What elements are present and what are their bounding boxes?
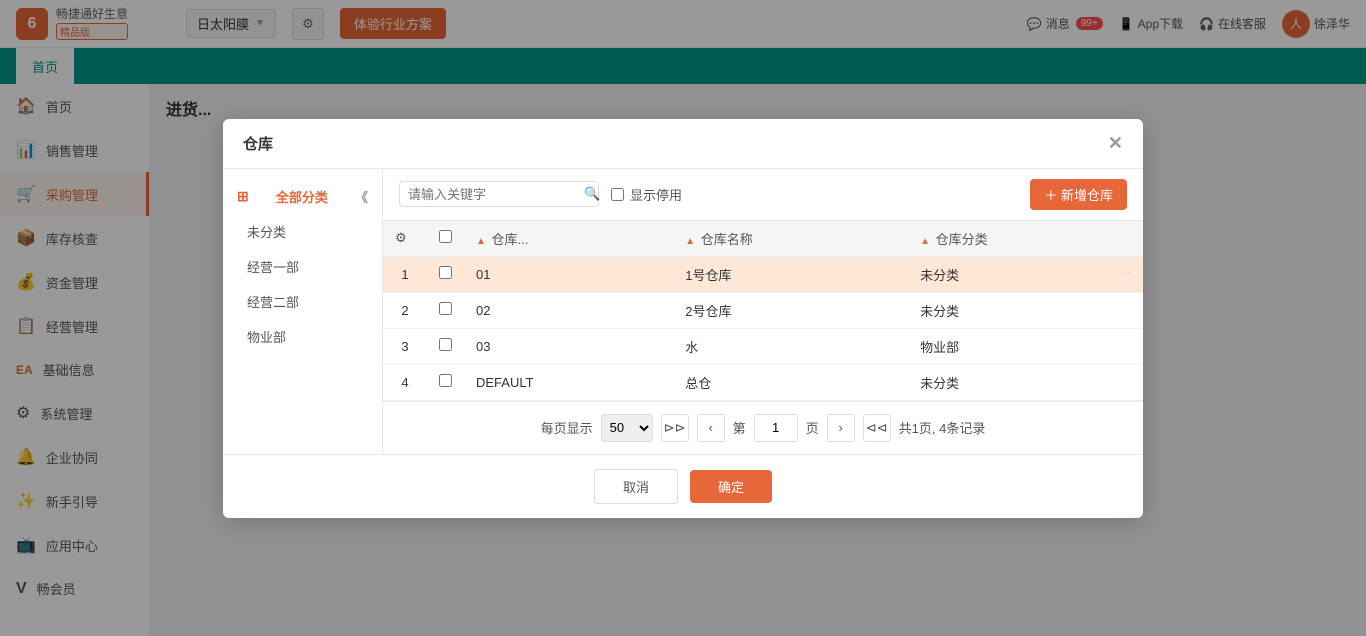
cell-check[interactable] [427, 328, 464, 364]
last-page-button[interactable]: ⊲⊲ [863, 414, 891, 442]
warehouse-table: ⚙ ▲ 仓库... ▲ 仓库名称 [383, 221, 1143, 401]
modal-footer: 取消 确定 [223, 454, 1143, 518]
th-name-label: 仓库名称 [701, 232, 753, 247]
category-item-ops2[interactable]: 经营二部 [223, 284, 382, 319]
row-checkbox[interactable] [439, 302, 452, 315]
collapse-icon[interactable]: 《 [355, 187, 368, 206]
per-page-label: 每页显示 [541, 418, 593, 437]
cell-category: 未分类··· [908, 256, 1143, 292]
cell-code: DEFAULT [464, 364, 673, 400]
confirm-button[interactable]: 确定 [690, 470, 772, 503]
category-header: ⊞ 全部分类 《 [223, 179, 382, 214]
search-icon[interactable]: 🔍 [584, 186, 600, 202]
page-input[interactable] [754, 414, 798, 442]
sort-name-icon: ▲ [685, 236, 695, 247]
modal-body: ⊞ 全部分类 《 未分类 经营一部 经营二部 物业部 🔍 [223, 169, 1143, 454]
cell-name: 水 [673, 328, 908, 364]
cell-name: 1号仓库 [673, 256, 908, 292]
cell-code: 01 [464, 256, 673, 292]
cell-name: 2号仓库 [673, 292, 908, 328]
th-settings: ⚙ [383, 221, 427, 257]
table-scroll: ⚙ ▲ 仓库... ▲ 仓库名称 [383, 221, 1143, 401]
cancel-button[interactable]: 取消 [594, 469, 678, 504]
show-disabled-checkbox[interactable] [611, 188, 624, 201]
th-category-label: 仓库分类 [936, 232, 988, 247]
category-item-ops1[interactable]: 经营一部 [223, 249, 382, 284]
sort-code-icon: ▲ [476, 236, 486, 247]
cell-category: 物业部 [908, 328, 1143, 364]
cell-code: 02 [464, 292, 673, 328]
table-row[interactable]: 2 02 2号仓库 未分类 [383, 292, 1143, 328]
cell-check[interactable] [427, 256, 464, 292]
cell-check[interactable] [427, 292, 464, 328]
show-disabled-label: 显示停用 [611, 185, 682, 204]
first-page-button[interactable]: ⊳⊳ [661, 414, 689, 442]
cell-name: 总仓 [673, 364, 908, 400]
per-page-select[interactable]: 50 100 200 [601, 414, 653, 442]
pagination: 每页显示 50 100 200 ⊳⊳ ‹ 第 页 › ⊲⊲ 共1页, 4条记录 [383, 401, 1143, 454]
page-label: 第 [733, 418, 746, 437]
category-item-unclassified[interactable]: 未分类 [223, 214, 382, 249]
cell-category: 未分类 [908, 292, 1143, 328]
next-page-button[interactable]: › [827, 414, 855, 442]
show-disabled-text: 显示停用 [630, 185, 682, 204]
page-unit: 页 [806, 418, 819, 437]
sort-cat-icon: ▲ [920, 236, 930, 247]
row-checkbox[interactable] [439, 374, 452, 387]
cell-row-no: 1 [383, 256, 427, 292]
th-code: ▲ 仓库... [464, 221, 673, 257]
cell-row-no: 2 [383, 292, 427, 328]
th-category: ▲ 仓库分类 [908, 221, 1143, 257]
category-sidebar: ⊞ 全部分类 《 未分类 经营一部 经营二部 物业部 [223, 169, 383, 454]
row-checkbox[interactable] [439, 266, 452, 279]
add-warehouse-button[interactable]: ＋ 新增仓库 [1030, 179, 1127, 210]
table-row[interactable]: 1 01 1号仓库 未分类··· [383, 256, 1143, 292]
category-item-property[interactable]: 物业部 [223, 319, 382, 354]
modal-overlay: 仓库 ✕ ⊞ 全部分类 《 未分类 经营一部 经营二部 物业部 [0, 0, 1366, 636]
th-code-label: 仓库... [492, 232, 529, 247]
table-area: 🔍 显示停用 ＋ 新增仓库 ⚙ [383, 169, 1143, 454]
category-header-label: 全部分类 [276, 187, 328, 206]
th-name: ▲ 仓库名称 [673, 221, 908, 257]
select-all-checkbox[interactable] [439, 230, 452, 243]
cell-row-no: 3 [383, 328, 427, 364]
prev-page-button[interactable]: ‹ [697, 414, 725, 442]
th-check [427, 221, 464, 257]
close-icon[interactable]: ✕ [1108, 133, 1123, 154]
table-row[interactable]: 4 DEFAULT 总仓 未分类 [383, 364, 1143, 400]
warehouse-modal: 仓库 ✕ ⊞ 全部分类 《 未分类 经营一部 经营二部 物业部 [223, 119, 1143, 518]
row-checkbox[interactable] [439, 338, 452, 351]
search-box: 🔍 [399, 181, 599, 207]
cell-code: 03 [464, 328, 673, 364]
search-input[interactable] [408, 187, 584, 202]
table-row[interactable]: 3 03 水 物业部 [383, 328, 1143, 364]
cell-check[interactable] [427, 364, 464, 400]
cell-row-no: 4 [383, 364, 427, 400]
grid-icon: ⊞ [237, 188, 249, 205]
modal-header: 仓库 ✕ [223, 119, 1143, 169]
toolbar-left: 🔍 显示停用 [399, 181, 682, 207]
row-actions-icon[interactable]: ··· [1118, 265, 1131, 280]
table-toolbar: 🔍 显示停用 ＋ 新增仓库 [383, 169, 1143, 221]
cell-category: 未分类 [908, 364, 1143, 400]
total-info: 共1页, 4条记录 [899, 418, 986, 437]
modal-title: 仓库 [243, 133, 273, 154]
